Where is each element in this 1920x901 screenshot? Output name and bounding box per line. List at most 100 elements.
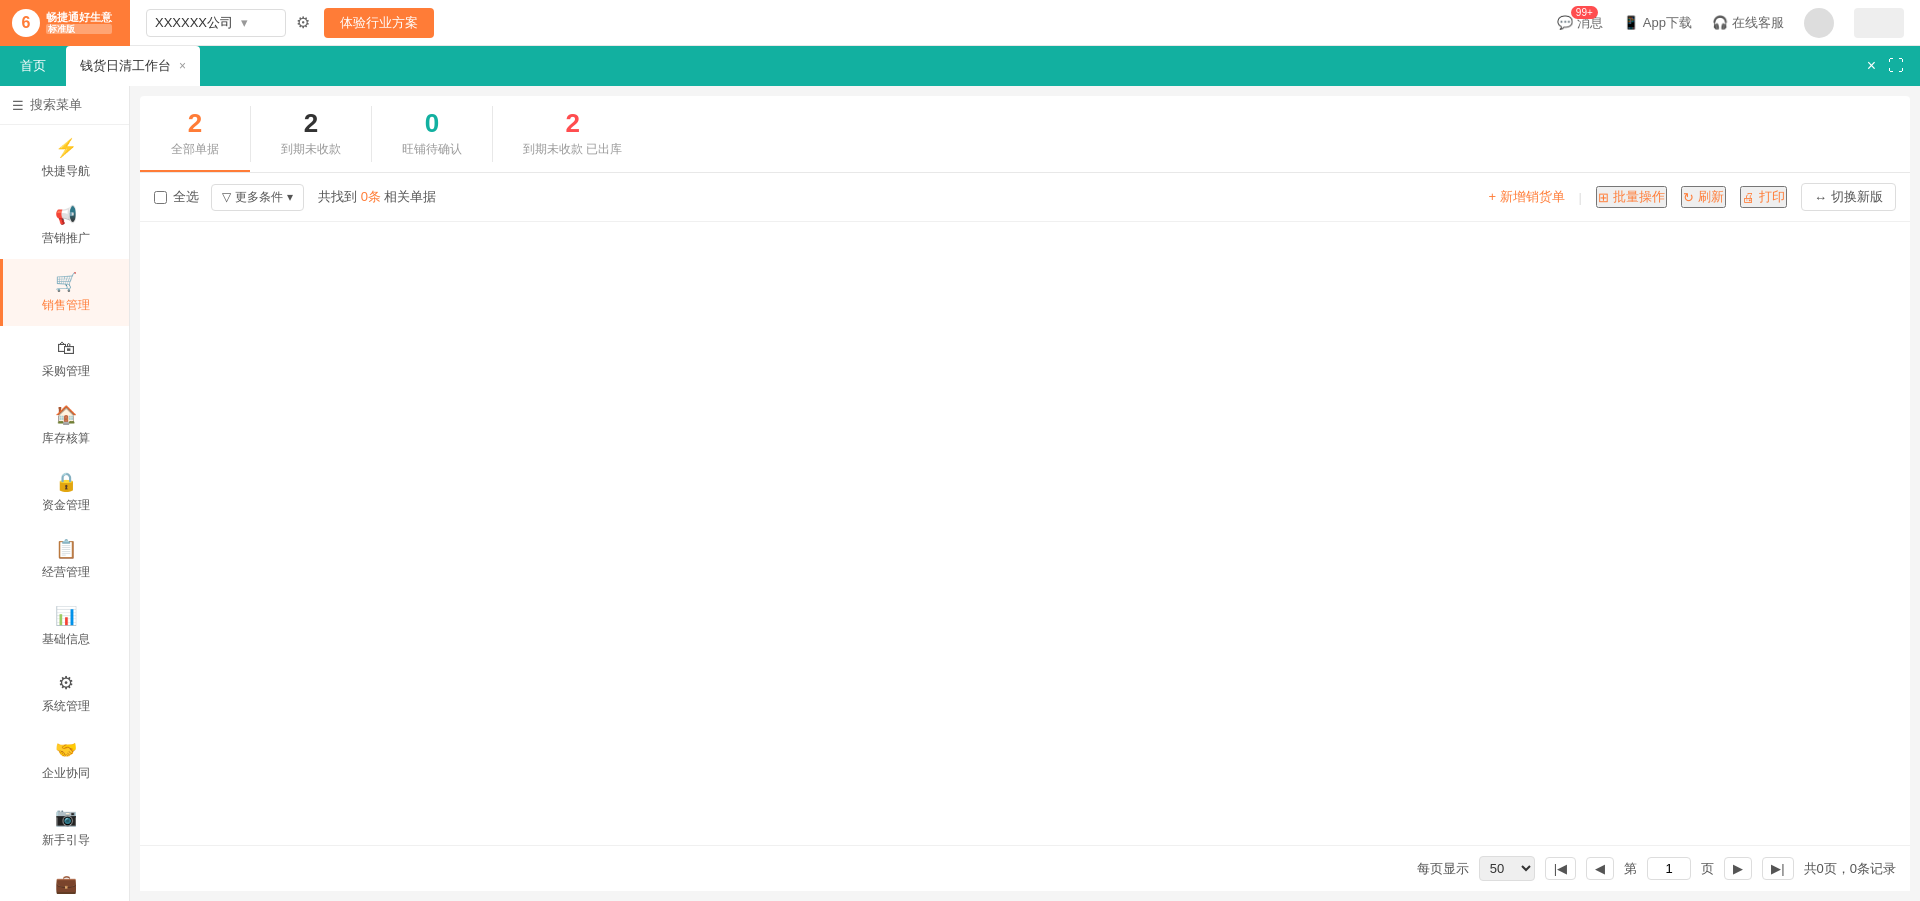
stat-num-all: 2 xyxy=(188,108,202,139)
chevron-down-icon: ▾ xyxy=(241,15,248,30)
search-icon: ☰ xyxy=(12,98,24,113)
logo-version: 标准版 xyxy=(46,24,112,35)
message-badge: 99+ xyxy=(1571,6,1598,19)
sidebar-search[interactable]: ☰ 搜索菜单 xyxy=(0,86,129,125)
logo-area: 6 畅捷通好生意 标准版 xyxy=(0,0,130,46)
top-bar: 6 畅捷通好生意 标准版 XXXXXX公司 ▾ ⚙ 体验行业方案 💬 消息 99… xyxy=(0,0,1920,46)
sidebar-item-system[interactable]: ⚙ 系统管理 xyxy=(0,660,129,727)
stat-tab-shipped[interactable]: 2 到期未收款 已出库 xyxy=(493,96,652,172)
toolbar-divider-1: | xyxy=(1579,190,1582,205)
stat-label-overdue: 到期未收款 xyxy=(281,141,341,158)
sidebar-item-label: 经营管理 xyxy=(42,564,90,581)
toolbar: 全选 ▽ 更多条件 ▾ 共找到 0条 相关单据 + 新增销货单 | ⊞ 批量操作 xyxy=(140,173,1910,222)
stat-tab-pending[interactable]: 0 旺铺待确认 xyxy=(372,96,492,172)
tab-bar-actions: × ⛶ xyxy=(1861,53,1920,79)
sidebar-item-guide[interactable]: 📷 新手引导 xyxy=(0,794,129,861)
sidebar-item-label: 资金管理 xyxy=(42,497,90,514)
finance-icon: 🔒 xyxy=(55,471,77,493)
prev-page-button[interactable]: ◀ xyxy=(1586,857,1614,880)
tab-home[interactable]: 首页 xyxy=(0,46,66,86)
total-info: 共0页，0条记录 xyxy=(1804,860,1896,878)
sidebar-item-sales[interactable]: 🛒 销售管理 xyxy=(0,259,129,326)
print-icon: 🖨 xyxy=(1742,190,1755,205)
sidebar-item-quick-nav[interactable]: ⚡ 快捷导航 xyxy=(0,125,129,192)
refresh-button[interactable]: ↻ 刷新 xyxy=(1681,186,1726,208)
switch-version-button[interactable]: ↔ 切换新版 xyxy=(1801,183,1896,211)
sidebar-item-operations[interactable]: 📋 经营管理 xyxy=(0,526,129,593)
stat-num-overdue: 2 xyxy=(304,108,318,139)
sidebar-item-purchase[interactable]: 🛍 采购管理 xyxy=(0,326,129,392)
message-area[interactable]: 💬 消息 99+ xyxy=(1557,14,1603,32)
sidebar-item-label: 企业协同 xyxy=(42,765,90,782)
chevron-down-icon: ▾ xyxy=(287,190,293,204)
sidebar-item-marketing[interactable]: 📢 营销推广 xyxy=(0,192,129,259)
tab-label: 钱货日清工作台 xyxy=(80,57,171,75)
filter-label: 更多条件 xyxy=(235,189,283,206)
page-input[interactable] xyxy=(1647,857,1691,880)
first-page-button[interactable]: |◀ xyxy=(1545,857,1576,880)
stat-label-shipped: 到期未收款 已出库 xyxy=(523,141,622,158)
sidebar: ☰ 搜索菜单 ⚡ 快捷导航 📢 营销推广 🛒 销售管理 🛍 采购管理 🏠 库存核… xyxy=(0,86,130,901)
next-page-button[interactable]: ▶ xyxy=(1724,857,1752,880)
user-name-area[interactable] xyxy=(1854,8,1904,38)
print-button[interactable]: 🖨 打印 xyxy=(1740,186,1787,208)
batch-label: 批量操作 xyxy=(1613,188,1665,206)
stats-tabs: 2 全部单据 2 到期未收款 0 旺铺待确认 2 到期未收款 已出库 xyxy=(140,96,1910,173)
add-sales-order-button[interactable]: + 新增销货单 xyxy=(1488,188,1564,206)
sidebar-item-basic-info[interactable]: 📊 基础信息 xyxy=(0,593,129,660)
tab-close-icon[interactable]: × xyxy=(179,59,186,73)
settings-icon[interactable]: ⚙ xyxy=(296,13,310,32)
stat-tab-all[interactable]: 2 全部单据 xyxy=(140,96,250,172)
basic-info-icon: 📊 xyxy=(55,605,77,627)
last-page-button[interactable]: ▶| xyxy=(1762,857,1793,880)
online-service-btn[interactable]: 🎧 在线客服 xyxy=(1712,14,1784,32)
trial-button[interactable]: 体验行业方案 xyxy=(324,8,434,38)
close-tab-button[interactable]: × xyxy=(1861,53,1882,79)
sales-icon: 🛒 xyxy=(55,271,77,293)
found-text: 共找到 0条 相关单据 xyxy=(318,188,436,206)
filter-icon: ▽ xyxy=(222,190,231,204)
search-label: 搜索菜单 xyxy=(30,96,82,114)
quick-nav-icon: ⚡ xyxy=(55,137,77,159)
batch-operation-button[interactable]: ⊞ 批量操作 xyxy=(1596,186,1667,208)
select-all-area: 全选 xyxy=(154,188,199,206)
inventory-icon: 🏠 xyxy=(55,404,77,426)
avatar[interactable] xyxy=(1804,8,1834,38)
message-icon: 💬 xyxy=(1557,15,1573,30)
sidebar-item-label: 系统管理 xyxy=(42,698,90,715)
print-label: 打印 xyxy=(1759,188,1785,206)
main-layout: ☰ 搜索菜单 ⚡ 快捷导航 📢 营销推广 🛒 销售管理 🛍 采购管理 🏠 库存核… xyxy=(0,86,1920,901)
sidebar-item-inventory[interactable]: 🏠 库存核算 xyxy=(0,392,129,459)
marketing-icon: 📢 xyxy=(55,204,77,226)
sidebar-item-label: 快捷导航 xyxy=(42,163,90,180)
switch-label: 切换新版 xyxy=(1831,188,1883,206)
stat-num-pending: 0 xyxy=(425,108,439,139)
filter-button[interactable]: ▽ 更多条件 ▾ xyxy=(211,184,304,211)
per-page-select[interactable]: 50 20 100 xyxy=(1479,856,1535,881)
sidebar-item-label: 新手引导 xyxy=(42,832,90,849)
pagination: 每页显示 50 20 100 |◀ ◀ 第 页 ▶ ▶| 共0页，0条记录 xyxy=(140,845,1910,891)
sidebar-item-cooperation[interactable]: 🤝 企业协同 xyxy=(0,727,129,794)
company-selector[interactable]: XXXXXX公司 ▾ xyxy=(146,9,286,37)
select-all-checkbox[interactable] xyxy=(154,191,167,204)
page-prefix: 第 xyxy=(1624,860,1637,878)
app-download-icon: 📱 xyxy=(1623,15,1639,30)
table-area xyxy=(140,222,1910,845)
tab-qhrc[interactable]: 钱货日清工作台 × xyxy=(66,46,200,86)
refresh-icon: ↻ xyxy=(1683,190,1694,205)
sidebar-item-app-center[interactable]: 💼 应用中心 xyxy=(0,861,129,901)
app-download-btn[interactable]: 📱 App下载 xyxy=(1623,14,1692,32)
sidebar-item-finance[interactable]: 🔒 资金管理 xyxy=(0,459,129,526)
headset-icon: 🎧 xyxy=(1712,15,1728,30)
stat-tab-overdue[interactable]: 2 到期未收款 xyxy=(251,96,371,172)
guide-icon: 📷 xyxy=(55,806,77,828)
page-suffix: 页 xyxy=(1701,860,1714,878)
app-center-icon: 💼 xyxy=(55,873,77,895)
logo-icon: 6 xyxy=(12,9,40,37)
online-service-label: 在线客服 xyxy=(1732,14,1784,32)
maximize-tab-button[interactable]: ⛶ xyxy=(1882,53,1910,79)
found-prefix: 共找到 xyxy=(318,189,357,204)
top-right-actions: 💬 消息 99+ 📱 App下载 🎧 在线客服 xyxy=(1557,8,1904,38)
purchase-icon: 🛍 xyxy=(57,338,75,359)
switch-icon: ↔ xyxy=(1814,190,1827,205)
